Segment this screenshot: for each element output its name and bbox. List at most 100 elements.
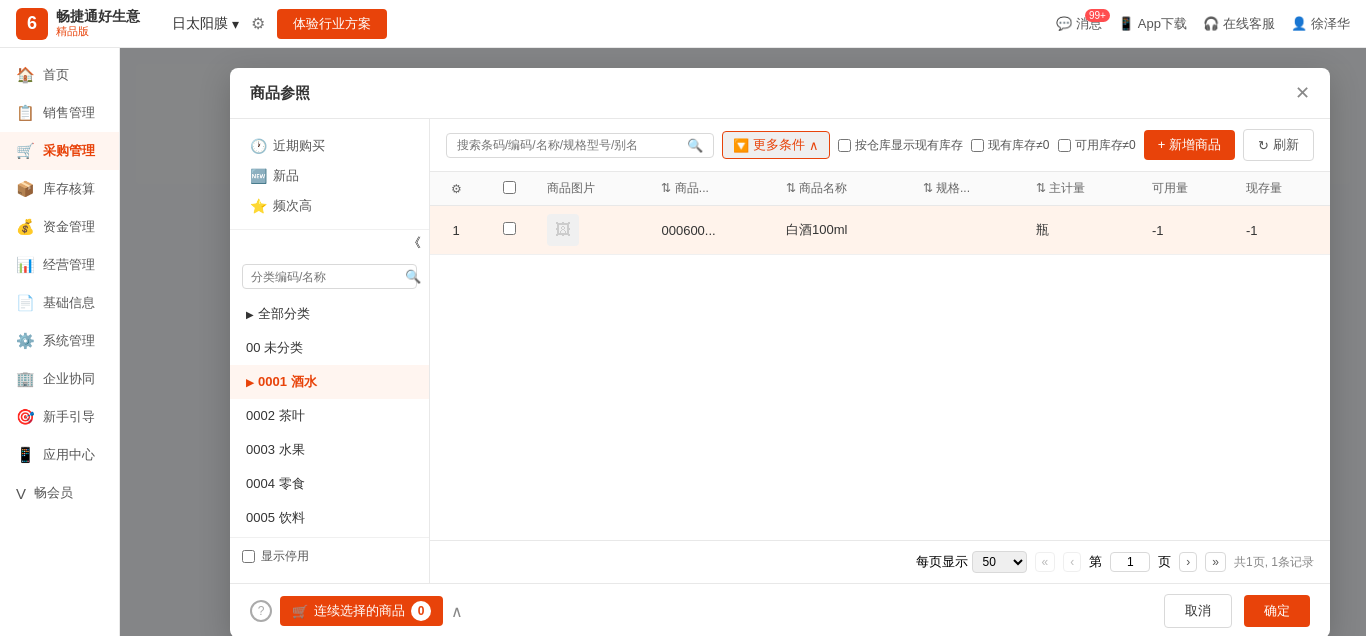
sidebar-item-sales[interactable]: 📋 销售管理 [0,94,119,132]
new-icon: 🆕 [250,168,267,184]
app-download-button[interactable]: 📱 App下载 [1118,15,1187,33]
product-search-input[interactable] [457,138,683,152]
col-image: 商品图片 [537,172,651,206]
refresh-label: 刷新 [1273,136,1299,154]
online-service-label: 在线客服 [1223,15,1275,33]
collapse-panel-button[interactable]: 《 [230,230,429,256]
sidebar-item-enterprise[interactable]: 🏢 企业协同 [0,360,119,398]
category-00[interactable]: 00 未分类 [230,331,429,365]
refresh-button[interactable]: ↻ 刷新 [1243,129,1314,161]
row-checkbox[interactable] [503,222,516,235]
product-panel: 🔍 🔽 更多条件 ∧ 按仓库显示现有库存 [430,119,1330,583]
app-download-label: App下载 [1138,15,1187,33]
category-0005[interactable]: 0005 饮料 [230,501,429,535]
page-size-select[interactable]: 50 10 20 100 [972,551,1027,573]
sidebar-item-apps[interactable]: 📱 应用中心 [0,436,119,474]
product-search-box[interactable]: 🔍 [446,133,714,158]
category-list: ▶ 全部分类 00 未分类 ▶ 0001 酒水 0002 茶 [230,297,429,537]
sidebar-item-purchase[interactable]: 🛒 采购管理 [0,132,119,170]
col-settings[interactable]: ⚙ [430,172,482,206]
user-avatar[interactable]: 👤 徐泽华 [1291,15,1350,33]
page-number-input[interactable] [1110,552,1150,572]
cart-button[interactable]: 🛒 连续选择的商品 0 [280,596,443,626]
sidebar-item-inventory[interactable]: 📦 库存核算 [0,170,119,208]
page-label: 第 [1089,553,1102,571]
collapse-footer-button[interactable]: ∧ [451,602,463,621]
sidebar-item-member[interactable]: V 畅会员 [0,474,119,512]
add-product-button[interactable]: + 新增商品 [1144,130,1235,160]
category-panel: 🕐 近期购买 🆕 新品 ⭐ 频次高 [230,119,430,583]
table-row[interactable]: 1 🖼 000600... 白酒100ml 瓶 [430,206,1330,255]
col-available: 可用量 [1142,172,1236,206]
page-size-selector[interactable]: 每页显示 50 10 20 100 [916,551,1027,573]
last-page-button[interactable]: » [1205,552,1226,572]
modal-close-button[interactable]: ✕ [1295,82,1310,104]
col-unit[interactable]: ⇅ 主计量 [1026,172,1142,206]
cell-available: -1 [1142,206,1236,255]
sidebar-item-home[interactable]: 🏠 首页 [0,56,119,94]
category-0002-label: 0002 茶叶 [246,407,305,425]
experience-button[interactable]: 体验行业方案 [277,9,387,39]
logo-edition: 精品版 [56,24,140,39]
category-0004[interactable]: 0004 零食 [230,467,429,501]
available-ne0-text: 可用库存≠0 [1075,137,1136,154]
cell-image: 🖼 [537,206,651,255]
available-ne0-checkbox[interactable] [1058,139,1071,152]
username: 徐泽华 [1311,15,1350,33]
quick-action-recent[interactable]: 🕐 近期购买 [242,131,417,161]
product-table: ⚙ 商品图片 ⇅ 商品... ⇅ [430,172,1330,255]
logo-icon: 6 [16,8,48,40]
cell-checkbox[interactable] [482,206,537,255]
sidebar-label-apps: 应用中心 [43,446,95,464]
nav-right: 💬 消息 99+ 📱 App下载 🎧 在线客服 👤 徐泽华 [1056,15,1350,33]
select-all-checkbox[interactable] [503,181,516,194]
message-icon: 💬 [1056,16,1072,31]
category-0002[interactable]: 0002 茶叶 [230,399,429,433]
cancel-button[interactable]: 取消 [1164,594,1232,628]
search-icon: 🔍 [687,138,703,153]
col-name[interactable]: ⇅ 商品名称 [776,172,913,206]
sidebar-label-member: 畅会员 [34,484,73,502]
sort-icon-spec: ⇅ [923,181,933,195]
inventory-ne0-label[interactable]: 现有库存≠0 [971,137,1049,154]
category-search-input[interactable] [251,270,401,284]
col-code[interactable]: ⇅ 商品... [651,172,776,206]
inventory-ne0-checkbox[interactable] [971,139,984,152]
quick-action-new[interactable]: 🆕 新品 [242,161,417,191]
available-ne0-label[interactable]: 可用库存≠0 [1058,137,1136,154]
sidebar-item-basic[interactable]: 📄 基础信息 [0,284,119,322]
warehouse-checkbox[interactable] [838,139,851,152]
prev-page-button[interactable]: ‹ [1063,552,1081,572]
show-disabled-label: 显示停用 [261,548,309,565]
category-0003[interactable]: 0003 水果 [230,433,429,467]
quick-action-frequent[interactable]: ⭐ 频次高 [242,191,417,221]
help-button[interactable]: ? [250,600,272,622]
main-layout: 🏠 首页 📋 销售管理 🛒 采购管理 📦 库存核算 💰 资金管理 📊 经营管理 … [0,48,1366,636]
col-spec[interactable]: ⇅ 规格... [913,172,1026,206]
cart-icon: 🛒 [292,604,308,619]
store-selector[interactable]: 日太阳膜 ▾ [164,11,247,37]
next-page-button[interactable]: › [1179,552,1197,572]
sidebar-item-guide[interactable]: 🎯 新手引导 [0,398,119,436]
message-button[interactable]: 💬 消息 99+ [1056,15,1102,33]
col-checkbox [482,172,537,206]
cart-text: 连续选择的商品 [314,602,405,620]
filter-button[interactable]: 🔽 更多条件 ∧ [722,131,830,159]
sidebar-item-system[interactable]: ⚙️ 系统管理 [0,322,119,360]
home-icon: 🏠 [16,66,35,84]
settings-button[interactable]: ⚙ [247,10,269,37]
sidebar-label-system: 系统管理 [43,332,95,350]
sidebar-item-operation[interactable]: 📊 经营管理 [0,246,119,284]
show-disabled-checkbox[interactable] [242,550,255,563]
sidebar-item-finance[interactable]: 💰 资金管理 [0,208,119,246]
first-page-button[interactable]: « [1035,552,1056,572]
category-all[interactable]: ▶ 全部分类 [230,297,429,331]
online-service-button[interactable]: 🎧 在线客服 [1203,15,1275,33]
confirm-button[interactable]: 确定 [1244,595,1310,627]
category-search-box[interactable]: 🔍 [242,264,417,289]
sidebar-label-enterprise: 企业协同 [43,370,95,388]
guide-icon: 🎯 [16,408,35,426]
category-0003-label: 0003 水果 [246,441,305,459]
category-0001[interactable]: ▶ 0001 酒水 [230,365,429,399]
warehouse-filter-label[interactable]: 按仓库显示现有库存 [838,137,963,154]
